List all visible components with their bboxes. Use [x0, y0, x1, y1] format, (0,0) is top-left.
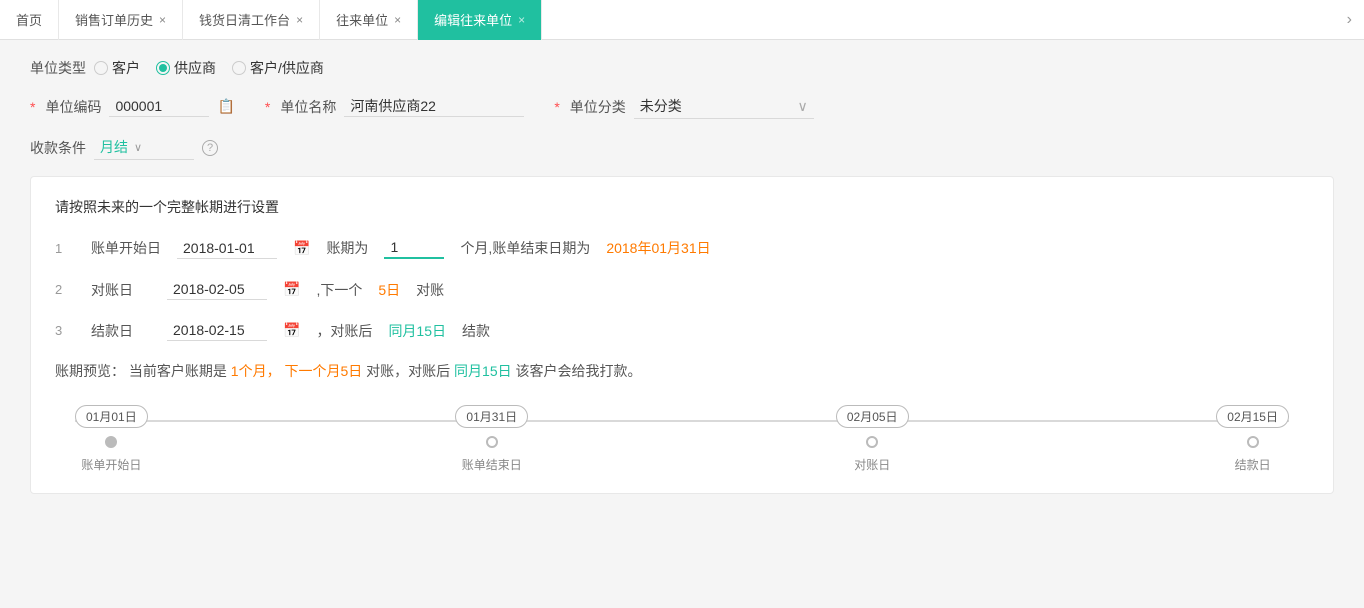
unit-name-label: 单位名称 [280, 97, 336, 117]
preview-label: 账期预览： [55, 363, 125, 379]
radio-circle-supplier [156, 61, 170, 75]
tl-label-2: 对账日 [854, 456, 890, 473]
preview-period: 1个月， [231, 363, 281, 379]
preview-part-1: 当前客户账期是 [129, 363, 227, 379]
timeline-points: 01月01日 账单开始日 01月31日 账单结束日 02月05日 对账日 02月… [75, 405, 1289, 473]
unit-type-field: 单位类型 客户 供应商 客户/供应商 [30, 58, 324, 78]
unit-code-required: * [30, 99, 35, 115]
start-date-input[interactable] [177, 238, 277, 259]
tl-badge-2: 02月05日 [836, 405, 909, 428]
payment-terms-chevron: ∨ [134, 141, 142, 154]
tl-label-3: 结款日 [1235, 456, 1271, 473]
row2-suffix1: ,下一个 [316, 280, 362, 300]
reconcile-date-calendar-icon[interactable]: 📅 [283, 281, 300, 298]
row3-suffix2: 结款 [462, 321, 490, 341]
timeline-point-0: 01月01日 账单开始日 [75, 405, 148, 473]
payment-terms-label: 收款条件 [30, 138, 86, 158]
row-label-3: 结款日 [91, 321, 151, 341]
payment-terms-row: 收款条件 月结 ∨ ? [30, 135, 1334, 160]
tl-badge-1: 01月31日 [455, 405, 528, 428]
payment-terms-select[interactable]: 月结 ∨ [94, 135, 194, 160]
timeline-point-3: 02月15日 结款日 [1216, 405, 1289, 473]
unit-type-row: 单位类型 客户 供应商 客户/供应商 [30, 58, 1334, 78]
tl-dot-1 [486, 436, 498, 448]
row-num-3: 3 [55, 323, 75, 338]
unit-type-label: 单位类型 [30, 58, 86, 78]
section-instruction: 请按照未来的一个完整帐期进行设置 [55, 197, 1309, 217]
tab-home[interactable]: 首页 [0, 0, 59, 40]
row3-suffix1: ，对账后 [316, 321, 372, 341]
payment-terms-help[interactable]: ? [202, 140, 218, 156]
tab-sales-history[interactable]: 销售订单历史 × [59, 0, 183, 40]
close-edit-partner[interactable]: × [518, 13, 525, 27]
tl-dot-2 [866, 436, 878, 448]
row-num-1: 1 [55, 241, 75, 256]
row1-suffix2: 个月,账单结束日期为 [460, 238, 590, 258]
payment-date-calendar-icon[interactable]: 📅 [283, 322, 300, 339]
row2-suffix2: 对账 [416, 280, 444, 300]
page-content: 单位类型 客户 供应商 客户/供应商 [0, 40, 1364, 528]
unit-code-input[interactable] [109, 96, 209, 117]
radio-supplier[interactable]: 供应商 [156, 58, 216, 78]
radio-circle-customer [94, 61, 108, 75]
payment-date-input[interactable] [167, 320, 267, 341]
preview-text: 账期预览： 当前客户账期是 1个月， 下一个月5日 对账，对账后 同月15日 该… [55, 361, 1309, 381]
tl-badge-0: 01月01日 [75, 405, 148, 428]
unit-info-row: * 单位编码 📋 * 单位名称 * 单位分类 未分类 ∨ [30, 94, 1334, 119]
tl-dot-0 [105, 436, 117, 448]
row1-suffix1: 账期为 [326, 238, 368, 258]
setting-row-1: 1 账单开始日 📅 账期为 个月,账单结束日期为 2018年01月31日 [55, 237, 1309, 259]
setting-row-3: 3 结款日 📅 ，对账后 同月15日 结款 [55, 320, 1309, 341]
tl-label-1: 账单结束日 [462, 456, 522, 473]
close-cash-ledger[interactable]: × [296, 13, 303, 27]
tabs-bar: 首页 销售订单历史 × 钱货日清工作台 × 往来单位 × 编辑往来单位 × › [0, 0, 1364, 40]
row2-highlight1: 5日 [378, 280, 400, 300]
row-num-2: 2 [55, 282, 75, 297]
preview-reconcile: 下一个月5日 [284, 363, 362, 379]
preview-part-3: 对账，对账后 [366, 363, 450, 379]
unit-code-field: * 单位编码 📋 [30, 96, 235, 117]
timeline-point-2: 02月05日 对账日 [836, 405, 909, 473]
unit-category-required: * [554, 99, 559, 115]
unit-category-select[interactable]: 未分类 ∨ [634, 94, 814, 119]
close-sales-history[interactable]: × [159, 13, 166, 27]
unit-name-input[interactable] [344, 96, 524, 117]
start-date-calendar-icon[interactable]: 📅 [293, 240, 310, 257]
copy-icon[interactable]: 📋 [217, 98, 234, 115]
unit-name-field: * 单位名称 [265, 96, 524, 117]
end-date-highlight: 2018年01月31日 [606, 238, 710, 258]
tab-partner-units[interactable]: 往来单位 × [320, 0, 418, 40]
setting-row-2: 2 对账日 📅 ,下一个 5日 对账 [55, 279, 1309, 300]
radio-inner-supplier [159, 64, 167, 72]
radio-circle-both [232, 61, 246, 75]
radio-customer[interactable]: 客户 [94, 58, 140, 78]
radio-both[interactable]: 客户/供应商 [232, 58, 324, 78]
tabs-scroll-arrow[interactable]: › [1335, 11, 1364, 29]
unit-type-radio-group: 客户 供应商 客户/供应商 [94, 58, 324, 78]
timeline: 01月01日 账单开始日 01月31日 账单结束日 02月05日 对账日 02月… [55, 405, 1309, 473]
preview-part-4: 该客户会给我打款。 [516, 363, 642, 379]
unit-code-label: 单位编码 [45, 97, 101, 117]
unit-category-value: 未分类 [640, 96, 794, 116]
settings-section: 请按照未来的一个完整帐期进行设置 1 账单开始日 📅 账期为 个月,账单结束日期… [30, 176, 1334, 494]
payment-terms-value: 月结 [100, 137, 128, 157]
tab-edit-partner[interactable]: 编辑往来单位 × [418, 0, 542, 40]
row-label-2: 对账日 [91, 280, 151, 300]
tl-badge-3: 02月15日 [1216, 405, 1289, 428]
unit-category-label: 单位分类 [570, 97, 626, 117]
tl-dot-3 [1247, 436, 1259, 448]
preview-payment: 同月15日 [454, 363, 512, 379]
row3-highlight2: 同月15日 [388, 321, 446, 341]
unit-name-required: * [265, 99, 270, 115]
unit-category-field: * 单位分类 未分类 ∨ [554, 94, 813, 119]
period-input[interactable] [384, 237, 444, 259]
close-partner-units[interactable]: × [394, 13, 401, 27]
tl-label-0: 账单开始日 [81, 456, 141, 473]
reconcile-date-input[interactable] [167, 279, 267, 300]
row-label-1: 账单开始日 [91, 238, 161, 258]
timeline-point-1: 01月31日 账单结束日 [455, 405, 528, 473]
payment-terms-field: 收款条件 月结 ∨ ? [30, 135, 218, 160]
unit-category-chevron: ∨ [798, 98, 808, 115]
tab-cash-ledger[interactable]: 钱货日清工作台 × [183, 0, 320, 40]
